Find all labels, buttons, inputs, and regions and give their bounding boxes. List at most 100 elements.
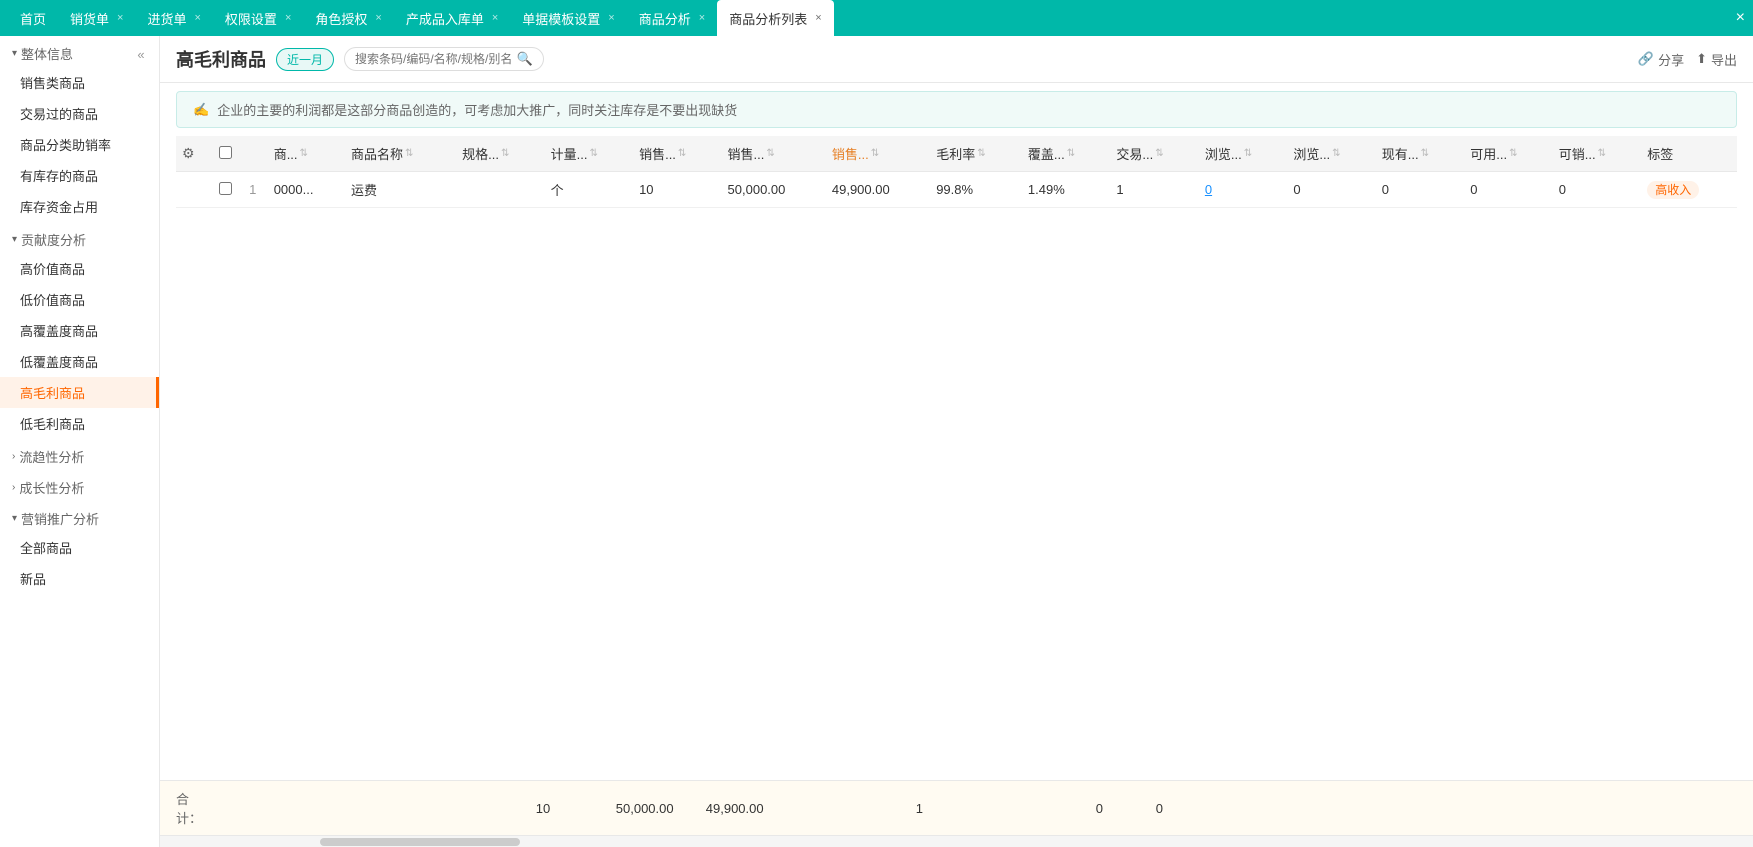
- row-sale-amt2: 49,900.00: [826, 172, 930, 208]
- scrollbar-thumb[interactable]: [320, 838, 520, 846]
- top-nav: 首页 销货单 × 进货单 × 权限设置 × 角色授权 × 产成品入库单 × 单据…: [0, 0, 1753, 36]
- search-box: 🔍: [344, 47, 544, 71]
- nav-close-purchase[interactable]: ×: [194, 12, 200, 24]
- row-gear: [176, 172, 213, 208]
- nav-close-permission[interactable]: ×: [285, 12, 291, 24]
- sidebar-item-stocked-goods[interactable]: 有库存的商品: [0, 160, 159, 191]
- sidebar-group-growth-arrow: ›: [12, 482, 15, 493]
- col-avail-header[interactable]: 可用...⇅: [1464, 136, 1552, 172]
- col-name-header[interactable]: 商品名称⇅: [345, 136, 456, 172]
- nav-item-template[interactable]: 单据模板设置 ×: [510, 0, 626, 36]
- col-code-header[interactable]: 商...⇅: [268, 136, 345, 172]
- row-sale-amt: 50,000.00: [722, 172, 826, 208]
- nav-close-all-btn[interactable]: ×: [1736, 9, 1745, 27]
- sidebar-group-trend-arrow: ›: [12, 451, 15, 462]
- sidebar-item-low-value[interactable]: 低价值商品: [0, 284, 159, 315]
- col-gross-rate-header[interactable]: 毛利率⇅: [930, 136, 1022, 172]
- nav-item-home[interactable]: 首页: [8, 0, 58, 36]
- sidebar-item-sales-goods[interactable]: 销售类商品: [0, 67, 159, 98]
- col-sale-qty-header[interactable]: 销售...⇅: [633, 136, 721, 172]
- nav-close-goods-analysis-list[interactable]: ×: [815, 12, 821, 24]
- row-checkbox-cell[interactable]: [213, 172, 238, 208]
- row-sale-qty: 10: [633, 172, 721, 208]
- tip-text: 企业的主要的利润都是这部分商品创造的，可考虑加大推广，同时关注库存是不要出现缺货: [217, 100, 737, 119]
- nav-item-product-in[interactable]: 产成品入库单 ×: [394, 0, 510, 36]
- table-container: ⚙ 商...⇅ 商品名称⇅ 规格...⇅ 计量...⇅ 销售...⇅ 销售...…: [160, 136, 1753, 780]
- search-input[interactable]: [355, 52, 511, 66]
- nav-close-product-in[interactable]: ×: [492, 12, 498, 24]
- table-body: 1 0000... 运费 个 10 50,000.00 49,900.00 99…: [176, 172, 1737, 208]
- col-gear-header[interactable]: ⚙: [176, 136, 213, 172]
- sidebar-item-traded-goods[interactable]: 交易过的商品: [0, 98, 159, 129]
- sidebar-group-overall-arrow: ▾: [12, 48, 17, 59]
- col-sale2-header[interactable]: 可销...⇅: [1553, 136, 1641, 172]
- footer-current: 0: [1096, 801, 1156, 816]
- nav-close-role[interactable]: ×: [375, 12, 381, 24]
- col-browse2-header[interactable]: 浏览...⇅: [1287, 136, 1375, 172]
- row-browse2: 0: [1287, 172, 1375, 208]
- sidebar-group-growth[interactable]: › 成长性分析: [0, 470, 159, 501]
- row-checkbox[interactable]: [219, 182, 232, 195]
- sidebar-item-low-margin[interactable]: 低毛利商品: [0, 408, 159, 439]
- content-area: 高毛利商品 近一月 🔍 🔗 分享 ⬆ 导出 ✍ 企业的主要的利润都是这部分商品创…: [160, 36, 1753, 847]
- main-layout: « ▾ 整体信息 销售类商品 交易过的商品 商品分类助销率 有库存的商品 库存资…: [0, 36, 1753, 847]
- col-browse1-header[interactable]: 浏览...⇅: [1199, 136, 1287, 172]
- col-check-header[interactable]: [213, 136, 238, 172]
- tip-bar: ✍ 企业的主要的利润都是这部分商品创造的，可考虑加大推广，同时关注库存是不要出现…: [176, 91, 1737, 128]
- col-sale-amt2-header[interactable]: 销售...⇅: [826, 136, 930, 172]
- nav-close-template[interactable]: ×: [608, 12, 614, 24]
- footer-sale-amt: 50,000.00: [616, 801, 706, 816]
- nav-close-goods-analysis[interactable]: ×: [699, 12, 705, 24]
- content-header: 高毛利商品 近一月 🔍 🔗 分享 ⬆ 导出: [160, 36, 1753, 83]
- row-name: 运费: [345, 172, 456, 208]
- data-table: ⚙ 商...⇅ 商品名称⇅ 规格...⇅ 计量...⇅ 销售...⇅ 销售...…: [176, 136, 1737, 208]
- row-unit: 个: [545, 172, 633, 208]
- export-icon: ⬆: [1696, 51, 1707, 67]
- sidebar-group-marketing[interactable]: ▾ 营销推广分析: [0, 501, 159, 532]
- col-sale-amt-header[interactable]: 销售...⇅: [722, 136, 826, 172]
- footer-sale-amt2: 49,900.00: [706, 801, 796, 816]
- footer-avail: 0: [1156, 801, 1216, 816]
- share-button[interactable]: 🔗 分享: [1638, 50, 1684, 69]
- sidebar-item-high-value[interactable]: 高价值商品: [0, 253, 159, 284]
- row-tag: 高收入: [1641, 172, 1737, 208]
- sidebar-item-high-margin[interactable]: 高毛利商品: [0, 377, 159, 408]
- sidebar-group-contribution[interactable]: ▾ 贡献度分析: [0, 222, 159, 253]
- nav-item-sales[interactable]: 销货单 ×: [58, 0, 135, 36]
- footer-cells: 10 50,000.00 49,900.00 1 0 0: [226, 801, 1737, 816]
- nav-item-goods-analysis-list[interactable]: 商品分析列表 ×: [717, 0, 833, 36]
- nav-close-sales[interactable]: ×: [117, 12, 123, 24]
- row-avail: 0: [1464, 172, 1552, 208]
- select-all-checkbox[interactable]: [219, 146, 232, 159]
- nav-item-permission[interactable]: 权限设置 ×: [213, 0, 303, 36]
- sidebar-collapse-button[interactable]: «: [131, 44, 151, 64]
- col-trade-header[interactable]: 交易...⇅: [1110, 136, 1198, 172]
- scrollbar-bar[interactable]: [160, 835, 1753, 847]
- footer-sale-qty: 10: [536, 801, 616, 816]
- row-sale2: 0: [1553, 172, 1641, 208]
- col-spec-header[interactable]: 规格...⇅: [456, 136, 544, 172]
- sidebar-item-high-coverage[interactable]: 高覆盖度商品: [0, 315, 159, 346]
- sidebar-item-inventory-capital[interactable]: 库存资金占用: [0, 191, 159, 222]
- row-spec: [456, 172, 544, 208]
- share-icon: 🔗: [1638, 51, 1654, 67]
- time-filter-month1[interactable]: 近一月: [276, 48, 334, 71]
- search-icon[interactable]: 🔍: [517, 51, 533, 67]
- export-button[interactable]: ⬆ 导出: [1696, 50, 1737, 69]
- nav-item-purchase[interactable]: 进货单 ×: [135, 0, 212, 36]
- col-unit-header[interactable]: 计量...⇅: [545, 136, 633, 172]
- sidebar-group-contribution-arrow: ▾: [12, 234, 17, 245]
- row-trade: 1: [1110, 172, 1198, 208]
- sidebar-item-all-goods[interactable]: 全部商品: [0, 532, 159, 563]
- col-num-header: [238, 136, 268, 172]
- sidebar-item-new-goods[interactable]: 新品: [0, 563, 159, 594]
- col-current-header[interactable]: 现有...⇅: [1376, 136, 1464, 172]
- sidebar-group-marketing-arrow: ▾: [12, 513, 17, 524]
- nav-item-role[interactable]: 角色授权 ×: [303, 0, 393, 36]
- sidebar-item-low-coverage[interactable]: 低覆盖度商品: [0, 346, 159, 377]
- sidebar-group-trend[interactable]: › 流趋性分析: [0, 439, 159, 470]
- sidebar-item-category-assist[interactable]: 商品分类助销率: [0, 129, 159, 160]
- col-coverage-header[interactable]: 覆盖...⇅: [1022, 136, 1110, 172]
- row-browse1[interactable]: 0: [1199, 172, 1287, 208]
- nav-item-goods-analysis[interactable]: 商品分析 ×: [627, 0, 717, 36]
